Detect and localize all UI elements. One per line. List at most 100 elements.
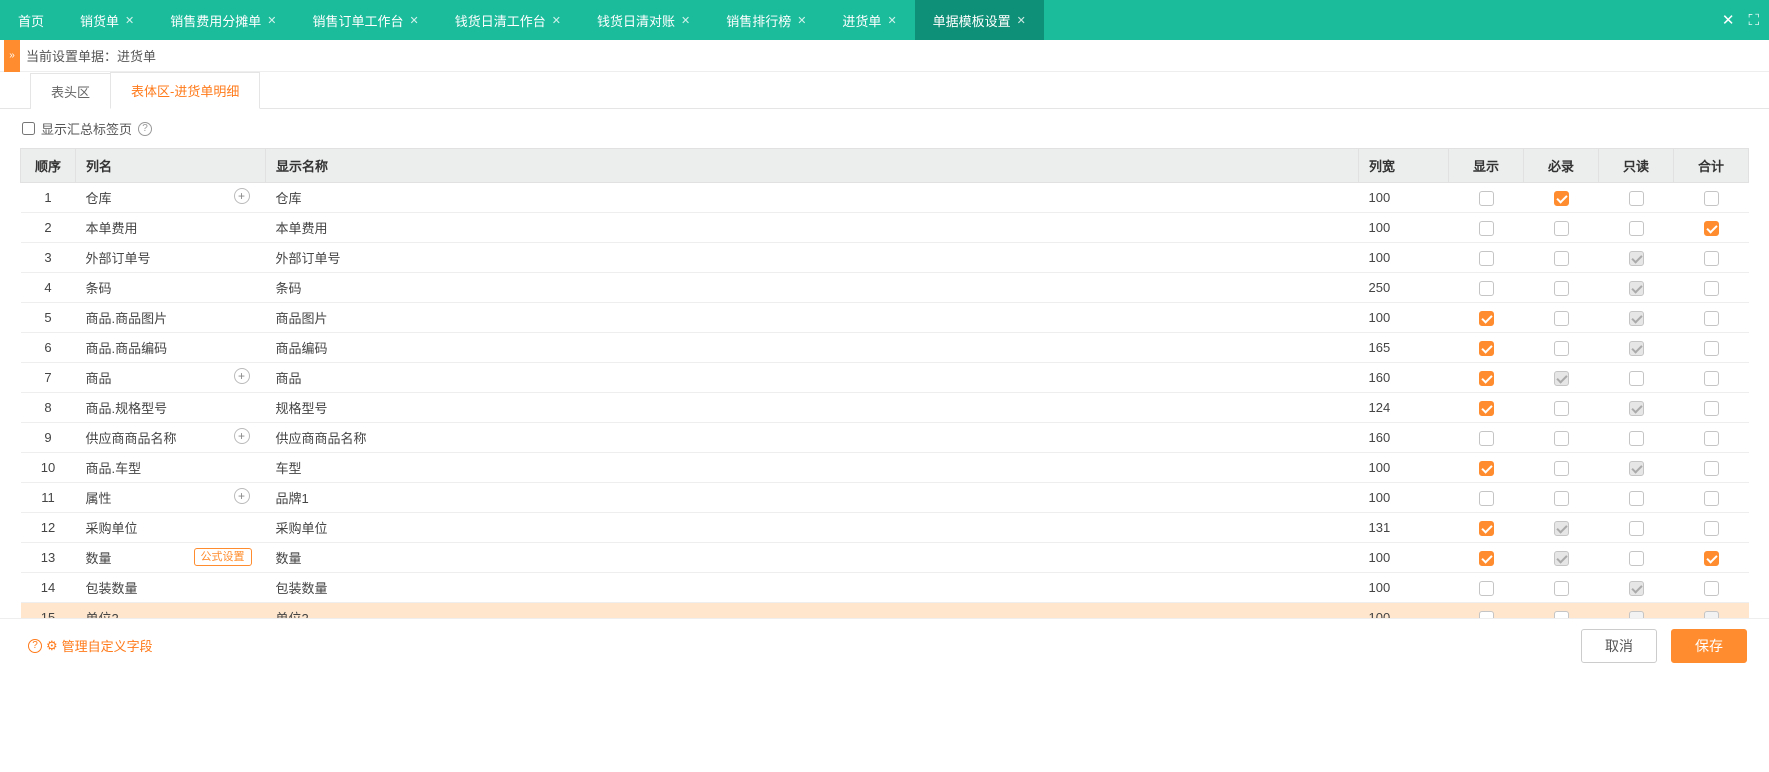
tab-5[interactable]: 钱货日清对账✕ [579,0,708,40]
checkbox[interactable] [1704,581,1719,596]
checkbox[interactable] [1704,191,1719,206]
close-icon[interactable]: ✕ [887,14,896,27]
checkbox[interactable] [1554,281,1569,296]
checkbox[interactable] [1629,191,1644,206]
cell-display[interactable]: 外部订单号 [266,243,1359,273]
close-icon[interactable]: ✕ [1017,14,1026,27]
checkbox[interactable] [1554,251,1569,266]
checkbox[interactable] [1629,551,1644,566]
cell-display[interactable]: 品牌1 [266,483,1359,513]
cell-display[interactable]: 采购单位 [266,513,1359,543]
checkbox[interactable] [1554,611,1569,618]
checkbox[interactable] [1479,311,1494,326]
fullscreen-icon[interactable]: ⛶ [1748,12,1759,29]
checkbox[interactable] [1479,401,1494,416]
cell-display[interactable]: 供应商商品名称 [266,423,1359,453]
cell-width[interactable]: 131 [1359,513,1449,543]
checkbox[interactable] [1629,431,1644,446]
manage-custom-fields-link[interactable]: 管理自定义字段 [62,636,153,655]
tab-6[interactable]: 销售排行榜✕ [708,0,824,40]
cell-width[interactable]: 100 [1359,183,1449,213]
cell-width[interactable]: 165 [1359,333,1449,363]
cell-display[interactable]: 数量 [266,543,1359,573]
checkbox[interactable] [1704,371,1719,386]
cell-width[interactable]: 100 [1359,573,1449,603]
checkbox[interactable] [1479,611,1494,618]
checkbox[interactable] [1704,431,1719,446]
checkbox[interactable] [1479,371,1494,386]
checkbox[interactable] [1704,461,1719,476]
checkbox[interactable] [1629,521,1644,536]
checkbox[interactable] [1554,191,1569,206]
add-icon[interactable]: + [234,368,250,384]
cell-width[interactable]: 100 [1359,453,1449,483]
cell-width[interactable]: 100 [1359,603,1449,619]
checkbox[interactable] [1629,371,1644,386]
cell-display[interactable]: 仓库 [266,183,1359,213]
cell-display[interactable]: 规格型号 [266,393,1359,423]
close-icon[interactable]: ✕ [552,14,561,27]
cell-display[interactable]: 商品图片 [266,303,1359,333]
cell-display[interactable]: 单位2 [266,603,1359,619]
cell-width[interactable]: 250 [1359,273,1449,303]
checkbox[interactable] [1554,461,1569,476]
cell-width[interactable]: 160 [1359,363,1449,393]
checkbox[interactable] [1704,521,1719,536]
close-icon[interactable]: ✕ [681,14,690,27]
cell-width[interactable]: 100 [1359,213,1449,243]
cell-display[interactable]: 条码 [266,273,1359,303]
checkbox[interactable] [1554,491,1569,506]
checkbox[interactable] [1554,401,1569,416]
checkbox[interactable] [1704,221,1719,236]
checkbox[interactable] [1704,251,1719,266]
checkbox[interactable] [1479,521,1494,536]
close-icon[interactable]: ✕ [410,14,419,27]
checkbox[interactable] [1629,491,1644,506]
expand-sidebar-icon[interactable]: » [4,40,20,72]
close-all-icon[interactable]: ✕ [1722,11,1735,29]
close-icon[interactable]: ✕ [267,14,276,27]
tab-7[interactable]: 进货单✕ [824,0,914,40]
checkbox[interactable] [1479,341,1494,356]
checkbox[interactable] [1554,221,1569,236]
checkbox[interactable] [1704,341,1719,356]
cell-width[interactable]: 100 [1359,543,1449,573]
footer-help-icon[interactable]: ? [28,639,42,653]
help-icon[interactable]: ? [138,122,152,136]
tab-1[interactable]: 销货单✕ [62,0,152,40]
cell-width[interactable]: 160 [1359,423,1449,453]
checkbox[interactable] [1479,461,1494,476]
checkbox[interactable] [1479,431,1494,446]
cell-display[interactable]: 车型 [266,453,1359,483]
sub-tab-1[interactable]: 表体区-进货单明细 [110,72,260,109]
checkbox[interactable] [1479,491,1494,506]
tab-2[interactable]: 销售费用分摊单✕ [152,0,294,40]
checkbox[interactable] [1704,401,1719,416]
checkbox[interactable] [1479,281,1494,296]
checkbox[interactable] [1479,191,1494,206]
close-icon[interactable]: ✕ [797,14,806,27]
save-button[interactable]: 保存 [1671,629,1747,663]
checkbox[interactable] [1629,221,1644,236]
checkbox[interactable] [1554,431,1569,446]
checkbox[interactable] [1554,341,1569,356]
formula-button[interactable]: 公式设置 [194,548,252,566]
close-icon[interactable]: ✕ [125,14,134,27]
cell-display[interactable]: 本单费用 [266,213,1359,243]
add-icon[interactable]: + [234,428,250,444]
cell-width[interactable]: 100 [1359,483,1449,513]
tab-3[interactable]: 销售订单工作台✕ [294,0,436,40]
checkbox[interactable] [1704,491,1719,506]
checkbox[interactable] [1479,581,1494,596]
tab-4[interactable]: 钱货日清工作台✕ [437,0,579,40]
cell-display[interactable]: 商品编码 [266,333,1359,363]
cancel-button[interactable]: 取消 [1581,629,1657,663]
cell-width[interactable]: 100 [1359,243,1449,273]
summary-checkbox[interactable] [22,122,35,135]
cell-display[interactable]: 包装数量 [266,573,1359,603]
cell-width[interactable]: 100 [1359,303,1449,333]
checkbox[interactable] [1704,311,1719,326]
add-icon[interactable]: + [234,188,250,204]
cell-display[interactable]: 商品 [266,363,1359,393]
checkbox[interactable] [1479,251,1494,266]
